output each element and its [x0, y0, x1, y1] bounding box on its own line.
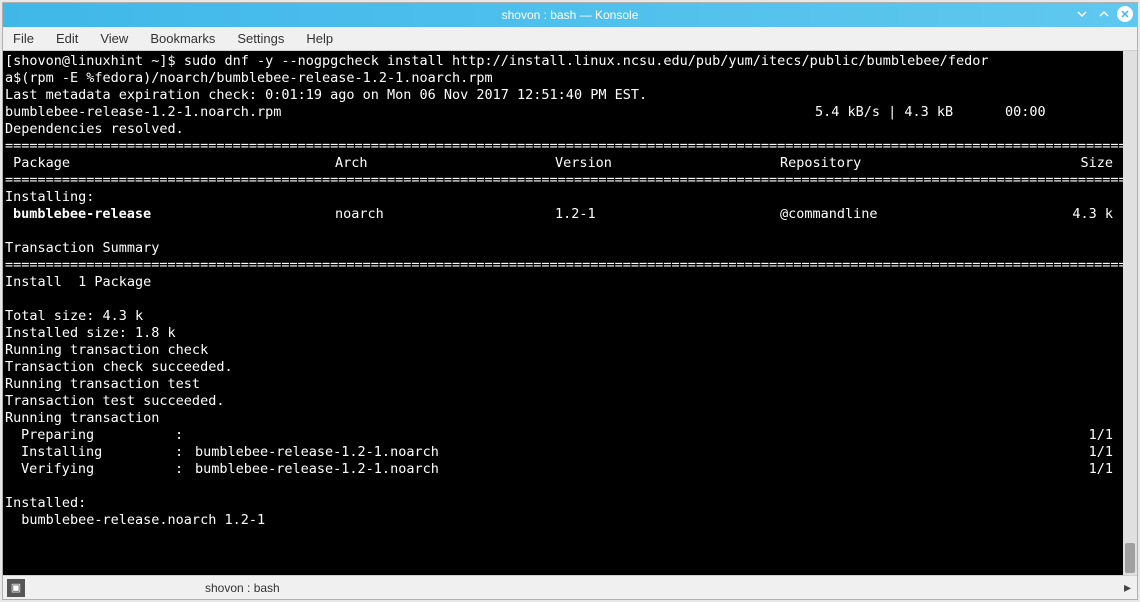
step-count: 1/1 [1069, 461, 1119, 478]
header-repository: Repository [780, 155, 1050, 172]
step-pkg: bumblebee-release-1.2-1.noarch [195, 444, 1069, 461]
download-rate: 5.4 kB/s | 4.3 kB [815, 104, 965, 121]
step-count: 1/1 [1069, 444, 1119, 461]
installed-size: Installed size: 1.8 k [5, 325, 176, 341]
window-title: shovon : bash — Konsole [502, 8, 639, 22]
prompt: [shovon@linuxhint ~]$ [5, 53, 184, 69]
separator: ========================================… [5, 138, 1123, 154]
metadata-line: Last metadata expiration check: 0:01:19 … [5, 87, 647, 103]
download-time: 00:00 [965, 104, 1119, 121]
header-size: Size [1050, 155, 1119, 172]
menu-help[interactable]: Help [306, 31, 333, 46]
minimize-button[interactable] [1073, 5, 1091, 23]
resize-grip-icon[interactable]: ▸ [1124, 579, 1131, 596]
download-file: bumblebee-release-1.2-1.noarch.rpm [5, 104, 815, 121]
menu-bookmarks[interactable]: Bookmarks [150, 31, 215, 46]
statusbar: ▣ shovon : bash ▸ [3, 575, 1137, 599]
package-row: bumblebee-releasenoarch1.2-1@commandline… [5, 206, 1119, 223]
menu-edit[interactable]: Edit [56, 31, 78, 46]
scrollbar-thumb[interactable] [1125, 543, 1135, 573]
step-colon: : [175, 427, 195, 444]
step-preparing: Preparing: 1/1 [5, 427, 1119, 444]
close-icon: ✕ [1120, 8, 1129, 21]
menu-settings[interactable]: Settings [237, 31, 284, 46]
header-version: Version [555, 155, 780, 172]
header-package: Package [5, 155, 335, 172]
step-label: Verifying [5, 461, 175, 478]
menu-file[interactable]: File [13, 31, 34, 46]
step-label: Installing [5, 444, 175, 461]
txn-test: Running transaction test [5, 376, 200, 392]
installed-pkg: bumblebee-release.noarch 1.2-1 [5, 512, 265, 528]
terminal[interactable]: [shovon@linuxhint ~]$ sudo dnf -y --nogp… [3, 51, 1123, 575]
step-colon: : [175, 461, 195, 478]
txn-run: Running transaction [5, 410, 159, 426]
step-label: Preparing [5, 427, 175, 444]
pkg-size: 4.3 k [1050, 206, 1119, 223]
separator: ========================================… [5, 172, 1123, 188]
pkg-name: bumblebee-release [5, 206, 335, 223]
window-controls: ✕ [1073, 5, 1133, 23]
close-button[interactable]: ✕ [1117, 6, 1133, 22]
tab-label[interactable]: shovon : bash [205, 581, 280, 595]
new-tab-button[interactable]: ▣ [7, 579, 25, 597]
txn-check-ok: Transaction check succeeded. [5, 359, 233, 375]
chevron-down-icon [1076, 8, 1088, 20]
terminal-icon: ▣ [11, 581, 21, 594]
column-headers: PackageArchVersionRepositorySize [5, 155, 1119, 172]
titlebar[interactable]: shovon : bash — Konsole ✕ [3, 3, 1137, 27]
terminal-area: [shovon@linuxhint ~]$ sudo dnf -y --nogp… [3, 51, 1137, 575]
step-count: 1/1 [1069, 427, 1119, 444]
command-line-2: a$(rpm -E %fedora)/noarch/bumblebee-rele… [5, 70, 493, 86]
txn-check: Running transaction check [5, 342, 208, 358]
chevron-up-icon [1098, 8, 1110, 20]
total-size: Total size: 4.3 k [5, 308, 143, 324]
deps-resolved: Dependencies resolved. [5, 121, 184, 137]
menubar: File Edit View Bookmarks Settings Help [3, 27, 1137, 51]
txn-summary: Transaction Summary [5, 240, 159, 256]
pkg-version: 1.2-1 [555, 206, 780, 223]
step-pkg: bumblebee-release-1.2-1.noarch [195, 461, 1069, 478]
maximize-button[interactable] [1095, 5, 1113, 23]
pkg-repo: @commandline [780, 206, 1050, 223]
pkg-arch: noarch [335, 206, 555, 223]
download-row: bumblebee-release-1.2-1.noarch.rpm5.4 kB… [5, 104, 1119, 121]
step-pkg [195, 427, 1069, 444]
scrollbar[interactable] [1123, 51, 1137, 575]
header-arch: Arch [335, 155, 555, 172]
txn-test-ok: Transaction test succeeded. [5, 393, 224, 409]
install-count: Install 1 Package [5, 274, 151, 290]
installed-label: Installed: [5, 495, 86, 511]
step-installing: Installing:bumblebee-release-1.2-1.noarc… [5, 444, 1119, 461]
installing-label: Installing: [5, 189, 94, 205]
step-colon: : [175, 444, 195, 461]
konsole-window: shovon : bash — Konsole ✕ File Edit View… [2, 2, 1138, 600]
menu-view[interactable]: View [100, 31, 128, 46]
command-line-1: sudo dnf -y --nogpgcheck install http://… [184, 53, 989, 69]
separator: ========================================… [5, 257, 1123, 273]
step-verifying: Verifying:bumblebee-release-1.2-1.noarch… [5, 461, 1119, 478]
